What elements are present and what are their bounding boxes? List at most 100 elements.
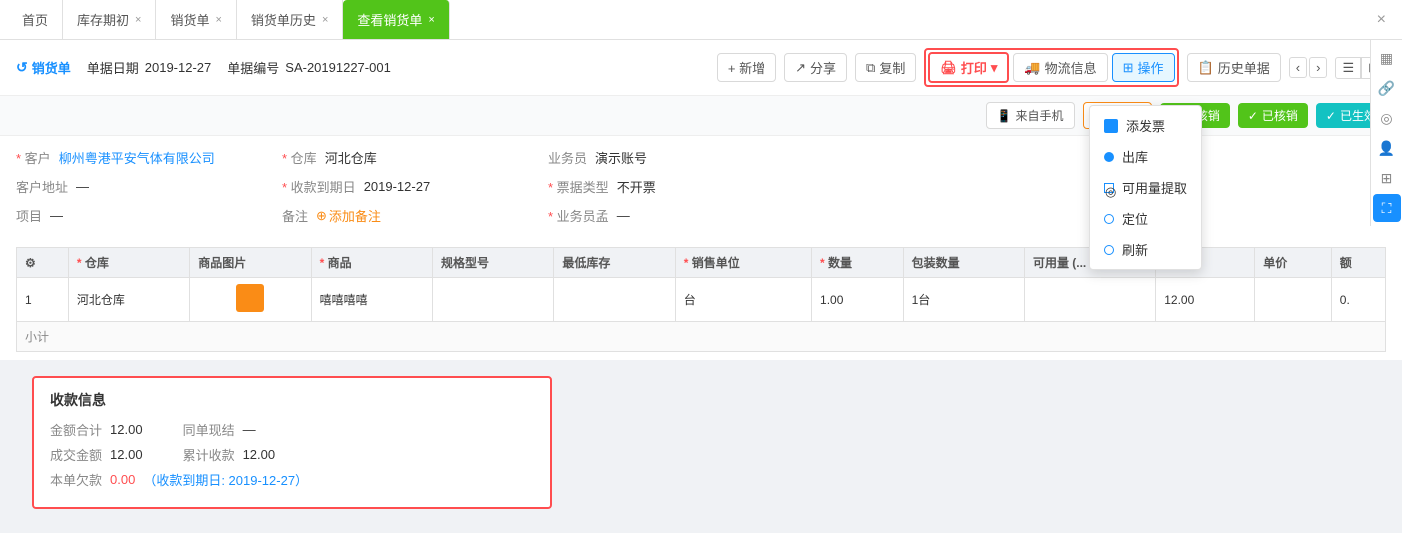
- tab-view-sales-close[interactable]: ×: [428, 14, 434, 26]
- staff2-label: 业务员孟: [548, 206, 609, 225]
- col-unitprice: 单价: [1255, 248, 1332, 278]
- same-order-item: 同单现结 —: [183, 420, 256, 439]
- customer-value[interactable]: 柳州粤港平安气体有限公司: [59, 148, 215, 167]
- copy-button[interactable]: ⧉ 复制: [855, 53, 916, 82]
- doc-type-label: ↺ 销货单: [16, 58, 71, 77]
- address-label: 客户地址: [16, 177, 68, 196]
- print-button[interactable]: 🖨 打印 ▾: [928, 52, 1009, 83]
- col-quantity: 数量: [812, 248, 904, 278]
- staff2-field: 业务员孟 —: [548, 206, 798, 225]
- from-phone-button[interactable]: 📱 来自手机: [986, 102, 1075, 129]
- due-item: 本单欠款 0.00 （收款到期日: 2019-12-27）: [50, 470, 308, 489]
- tab-sales-history[interactable]: 销货单历史 ×: [237, 0, 343, 39]
- staff2-value: —: [617, 208, 630, 223]
- project-value: —: [50, 208, 63, 223]
- operation-button[interactable]: ⊞ 操作: [1112, 53, 1175, 82]
- deal-value: 12.00: [110, 447, 143, 462]
- cumulative-item: 累计收款 12.00: [183, 445, 276, 464]
- cell-salesunit: 台: [675, 278, 811, 322]
- tab-sales-history-close[interactable]: ×: [322, 14, 328, 26]
- cell-available: [1024, 278, 1155, 322]
- subtotal-label: 小计: [17, 322, 1386, 352]
- effective-icon: ✓: [1326, 109, 1336, 123]
- staff-value: 演示账号: [595, 148, 647, 167]
- cell-spec: [432, 278, 553, 322]
- cell-minstock: [554, 278, 675, 322]
- col-gear[interactable]: ⚙: [17, 248, 69, 278]
- cell-image: [190, 278, 311, 322]
- tab-inventory-close[interactable]: ×: [135, 14, 141, 26]
- right-sidebar: ▦ 🔗 ◎ 👤 ⊞ ⛶: [1370, 40, 1402, 226]
- payment-row-3: 本单欠款 0.00 （收款到期日: 2019-12-27）: [50, 470, 534, 489]
- project-label: 项目: [16, 206, 42, 225]
- note-label: 备注: [282, 206, 308, 225]
- tab-inventory[interactable]: 库存期初 ×: [63, 0, 156, 39]
- deal-item: 成交金额 12.00: [50, 445, 143, 464]
- add-note-button[interactable]: ⊕ 添加备注: [316, 206, 381, 225]
- outbound-icon: [1104, 152, 1114, 162]
- next-button[interactable]: ›: [1309, 57, 1327, 78]
- dropdown-add-invoice[interactable]: 添发票: [1090, 110, 1201, 141]
- same-order-label: 同单现结: [183, 420, 235, 439]
- window-close[interactable]: ×: [1369, 11, 1394, 29]
- share-button[interactable]: ↗ 分享: [784, 53, 847, 82]
- subtotal-row: 小计: [17, 322, 1386, 352]
- list-view-button[interactable]: ☰: [1335, 57, 1361, 79]
- due-date-value: 2019-12-27: [364, 179, 431, 194]
- add-invoice-icon: [1104, 119, 1118, 133]
- table-row: 1 河北仓库 嘻嘻嘻嘻 台 1.00 1台 12.00 0.: [17, 278, 1386, 322]
- due-date-label: 收款到期日: [282, 177, 356, 196]
- dropdown-outbound[interactable]: 出库: [1090, 141, 1201, 172]
- due-note: （收款到期日: 2019-12-27）: [143, 470, 308, 489]
- tab-home[interactable]: 首页: [8, 0, 63, 39]
- sidebar-link-icon[interactable]: 🔗: [1373, 74, 1401, 102]
- ticket-value: 不开票: [617, 177, 656, 196]
- dropdown-locate[interactable]: 定位: [1090, 203, 1201, 234]
- tab-bar: 首页 库存期初 × 销货单 × 销货单历史 × 查看销货单 × ×: [0, 0, 1402, 40]
- doc-number-meta: 单据编号 SA-20191227-001: [227, 58, 391, 77]
- sidebar-circle-icon[interactable]: ◎: [1373, 104, 1401, 132]
- dropdown-refresh[interactable]: 刷新: [1090, 234, 1201, 265]
- sold-icon: ✓: [1248, 109, 1258, 123]
- tab-sales[interactable]: 销货单 ×: [156, 0, 236, 39]
- sidebar-layout-icon[interactable]: ▦: [1373, 44, 1401, 72]
- prev-button[interactable]: ‹: [1289, 57, 1307, 78]
- cumulative-value: 12.00: [243, 447, 276, 462]
- refresh-icon: [1104, 245, 1114, 255]
- total-value: 12.00: [110, 422, 143, 437]
- col-warehouse: 仓库: [68, 248, 189, 278]
- due-value: 0.00: [110, 472, 135, 487]
- sidebar-user-icon[interactable]: 👤: [1373, 134, 1401, 162]
- address-value: —: [76, 179, 89, 194]
- col-spec: 规格型号: [432, 248, 553, 278]
- cell-stock: 12.00: [1156, 278, 1255, 322]
- tab-sales-close[interactable]: ×: [215, 14, 221, 26]
- toolbar: + 新增 ↗ 分享 ⧉ 复制 🖨 打印 ▾ 🚚 物流信息 ⊞ 操作: [717, 48, 1386, 87]
- operation-dropdown: 添发票 出库 ◎ 可用量提取 定位 刷新: [1089, 105, 1202, 270]
- gear-settings-icon: ⚙: [25, 256, 36, 270]
- sidebar-grid-icon[interactable]: ⊞: [1373, 164, 1401, 192]
- due-date-field: 收款到期日 2019-12-27: [282, 177, 532, 196]
- share-icon: ↗: [795, 60, 806, 76]
- doc-header: ↺ 销货单 单据日期 2019-12-27 单据编号 SA-20191227-0…: [0, 40, 1402, 96]
- logistics-button[interactable]: 🚚 物流信息: [1013, 53, 1107, 82]
- ticket-field: 票据类型 不开票: [548, 177, 798, 196]
- locate-icon: [1104, 214, 1114, 224]
- col-image: 商品图片: [190, 248, 311, 278]
- payment-container: 收款信息 金额合计 12.00 同单现结 — 成交金额 12.00 累计收款 1…: [0, 360, 1402, 525]
- history-button[interactable]: 📋 历史单据: [1187, 53, 1281, 82]
- add-icon: ⊕: [316, 208, 327, 224]
- tab-view-sales[interactable]: 查看销货单 ×: [343, 0, 449, 39]
- new-button[interactable]: + 新增: [717, 53, 776, 82]
- dropdown-available[interactable]: ◎ 可用量提取: [1090, 172, 1201, 203]
- sold-button[interactable]: ✓ 已核销: [1238, 103, 1308, 128]
- same-order-value: —: [243, 422, 256, 437]
- operation-icon: ⊞: [1123, 60, 1134, 76]
- col-packqty: 包装数量: [903, 248, 1024, 278]
- copy-icon: ⧉: [866, 60, 875, 76]
- total-item: 金额合计 12.00: [50, 420, 143, 439]
- highlight-group: 🖨 打印 ▾ 🚚 物流信息 ⊞ 操作: [924, 48, 1178, 87]
- sidebar-expand-icon[interactable]: ⛶: [1373, 194, 1401, 222]
- cell-num: 1: [17, 278, 69, 322]
- warehouse-label: 仓库: [282, 148, 317, 167]
